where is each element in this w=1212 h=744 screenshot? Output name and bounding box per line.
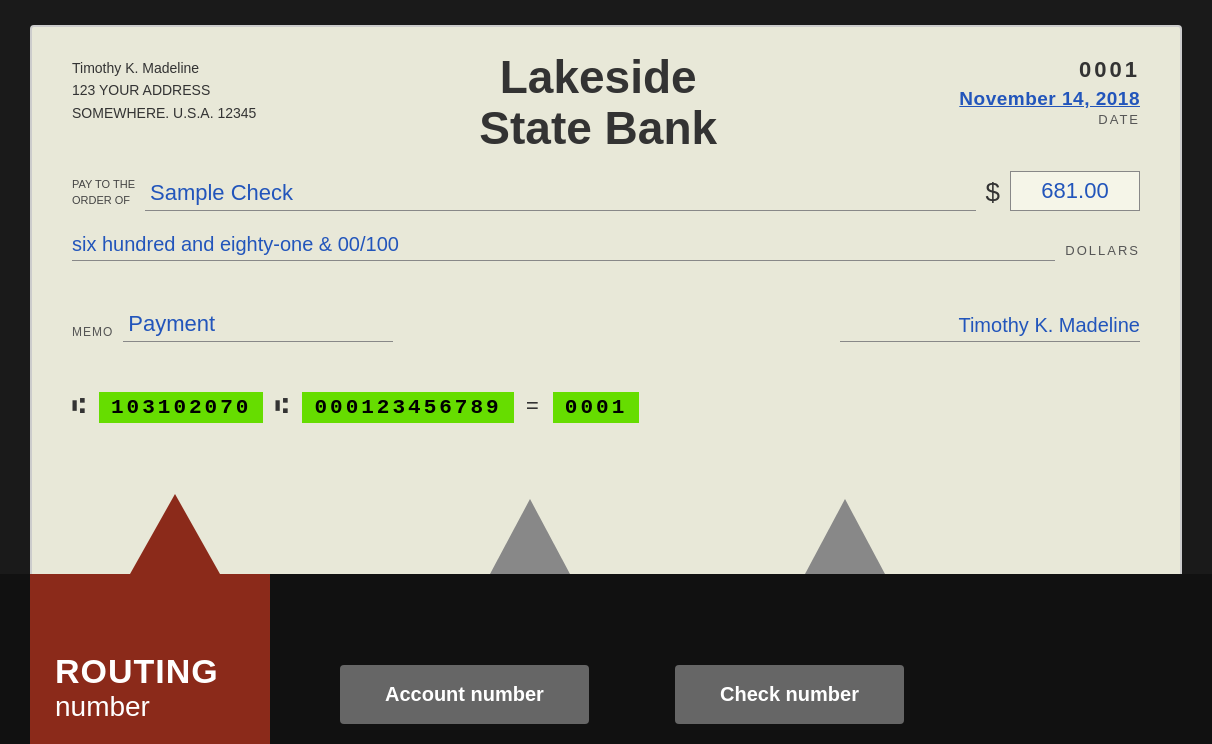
routing-label: ROUTING number <box>30 574 270 744</box>
account-number-label: Account number <box>340 665 589 724</box>
check-address-block: Timothy K. Madeline 123 YOUR ADDRESS SOM… <box>72 57 256 124</box>
signature-section: Timothy K. Madeline <box>403 314 1140 342</box>
written-amount-section: six hundred and eighty-one & 00/100 DOLL… <box>72 233 1140 261</box>
account-number: 000123456789 <box>302 392 513 423</box>
check-header: Timothy K. Madeline 123 YOUR ADDRESS SOM… <box>72 57 1140 153</box>
payer-address-2: SOMEWHERE. U.S.A. 12345 <box>72 102 256 124</box>
micr-equals: = <box>526 395 541 420</box>
date-label: DATE <box>1098 112 1140 127</box>
routing-number: 103102070 <box>99 392 263 423</box>
micr-start-colon: ⑆ <box>72 395 87 420</box>
date-value: November 14, 2018 <box>959 88 1140 110</box>
payer-address-1: 123 YOUR ADDRESS <box>72 79 256 101</box>
check-number-arrow <box>805 499 885 574</box>
check-number-label: Check number <box>675 665 904 724</box>
routing-label-top: ROUTING <box>55 653 245 690</box>
payee-name: Sample Check <box>150 180 293 205</box>
payer-name: Timothy K. Madeline <box>72 57 256 79</box>
bank-name: Lakeside State Bank <box>256 52 940 153</box>
memo-section: MEMO Payment Timothy K. Madeline <box>72 311 1140 342</box>
micr-line: ⑆ 103102070 ⑆ 000123456789 = 0001 <box>72 392 1140 423</box>
pay-to-label: PAY TO THEORDER OF <box>72 177 135 211</box>
pay-to-section: PAY TO THEORDER OF Sample Check $ 681.00 <box>72 171 1140 211</box>
check-number-micr: 0001 <box>553 392 639 423</box>
signature-line: Timothy K. Madeline <box>840 314 1140 342</box>
bottom-bar: ROUTING number Account number Check numb… <box>0 574 1212 744</box>
account-arrow <box>490 499 570 574</box>
routing-label-bottom: number <box>55 690 245 724</box>
micr-end-colon: ⑆ <box>275 395 290 420</box>
signature-name: Timothy K. Madeline <box>958 314 1140 336</box>
dollar-sign: $ <box>986 177 1000 211</box>
memo-line: Payment <box>123 311 393 342</box>
amount-box: 681.00 <box>1010 171 1140 211</box>
written-amount: six hundred and eighty-one & 00/100 <box>72 233 1055 261</box>
dollars-label: DOLLARS <box>1065 243 1140 261</box>
routing-arrow <box>130 494 220 574</box>
memo-label: MEMO <box>72 325 113 342</box>
check-number-top: 0001 <box>1060 57 1140 83</box>
date-section: November 14, 2018 DATE <box>959 88 1140 127</box>
payee-line: Sample Check <box>145 180 976 211</box>
memo-value: Payment <box>128 311 215 336</box>
